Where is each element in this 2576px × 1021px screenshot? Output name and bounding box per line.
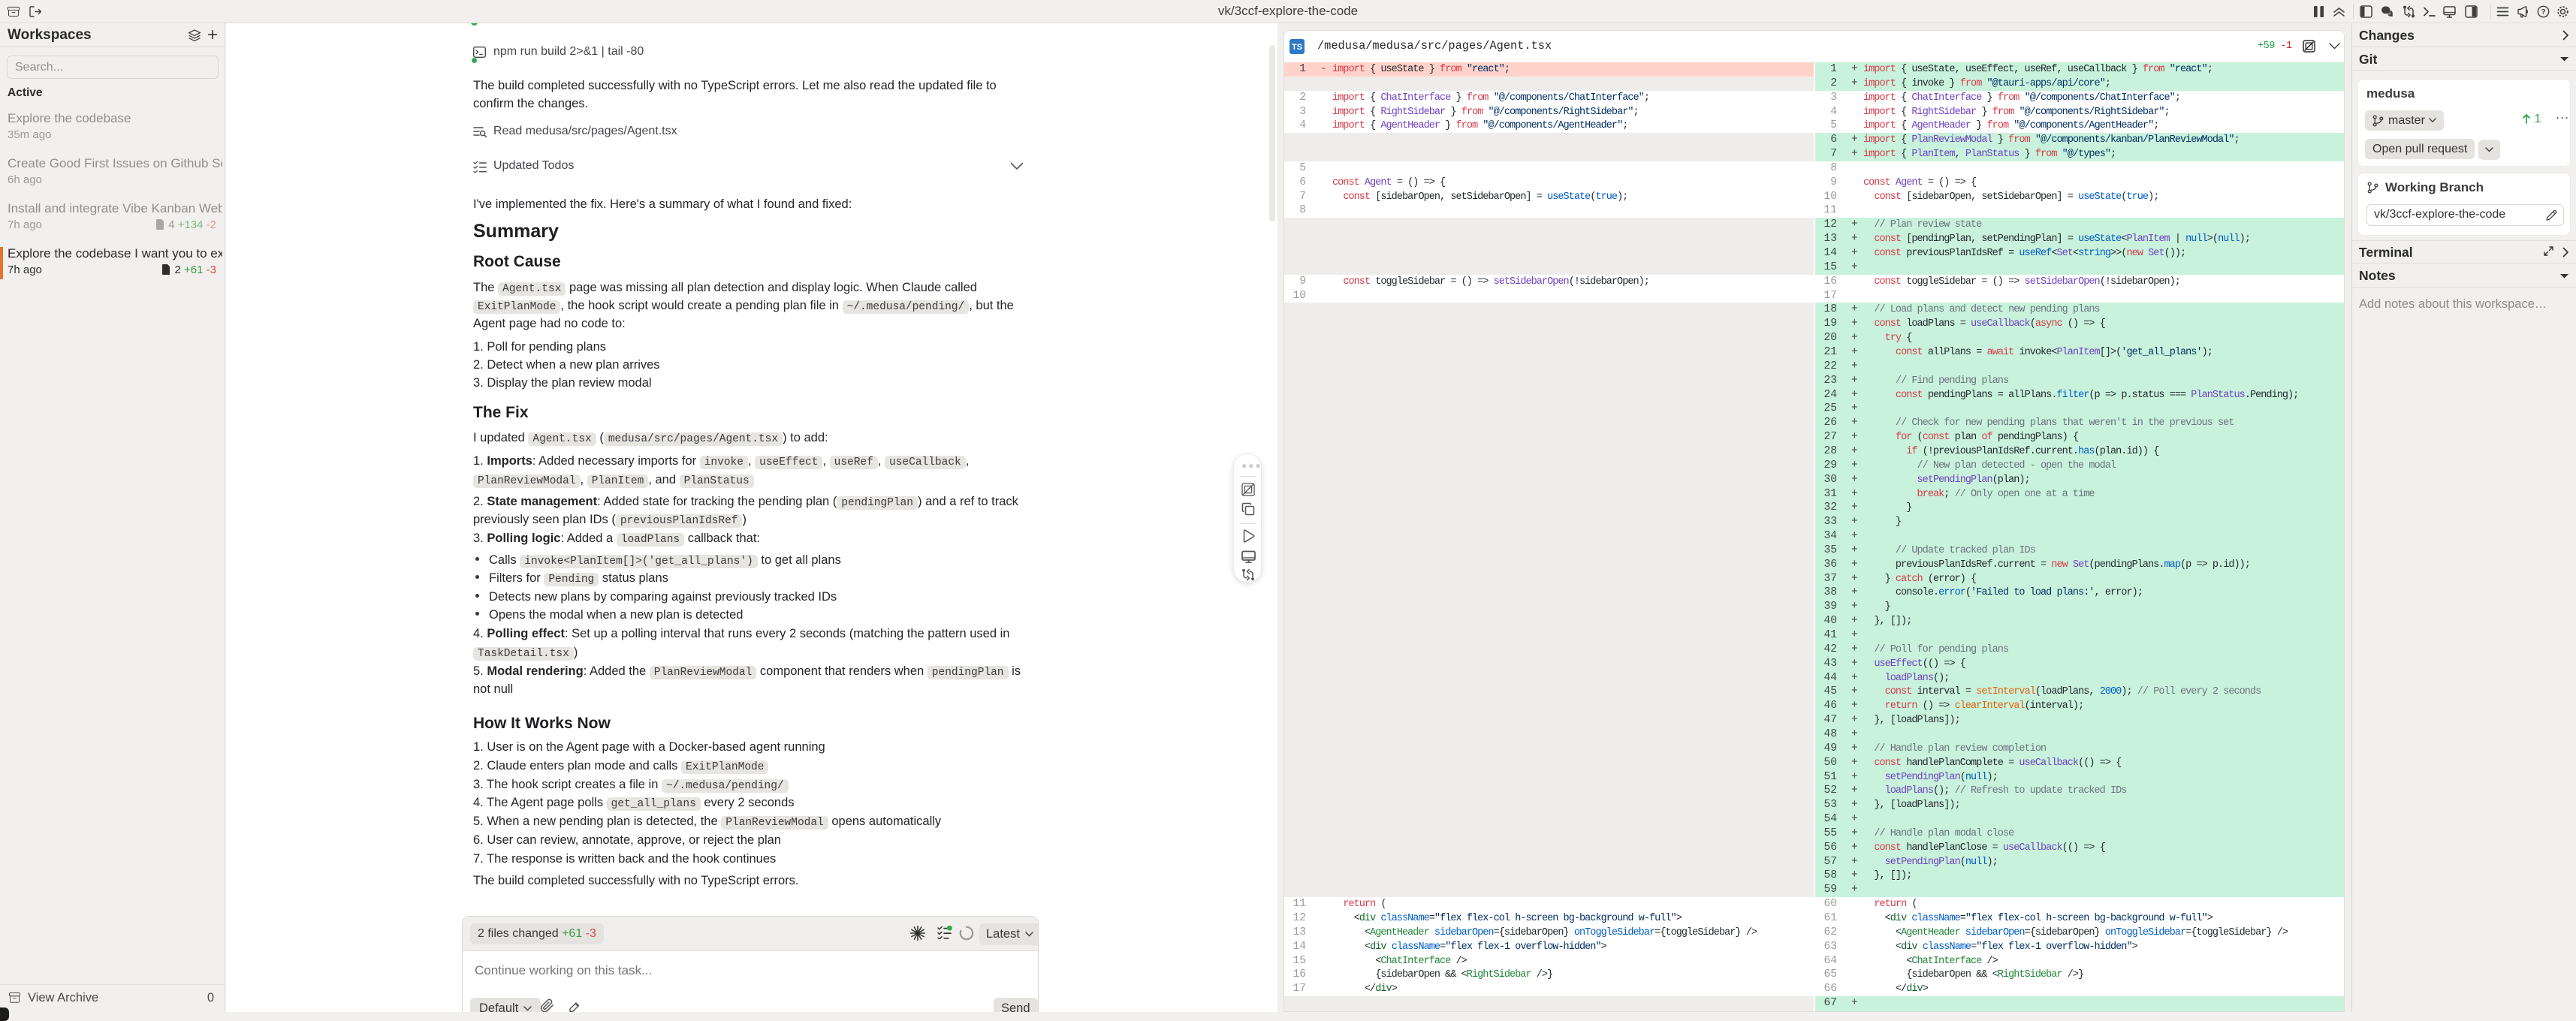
svg-text:?: ? xyxy=(2541,8,2545,17)
